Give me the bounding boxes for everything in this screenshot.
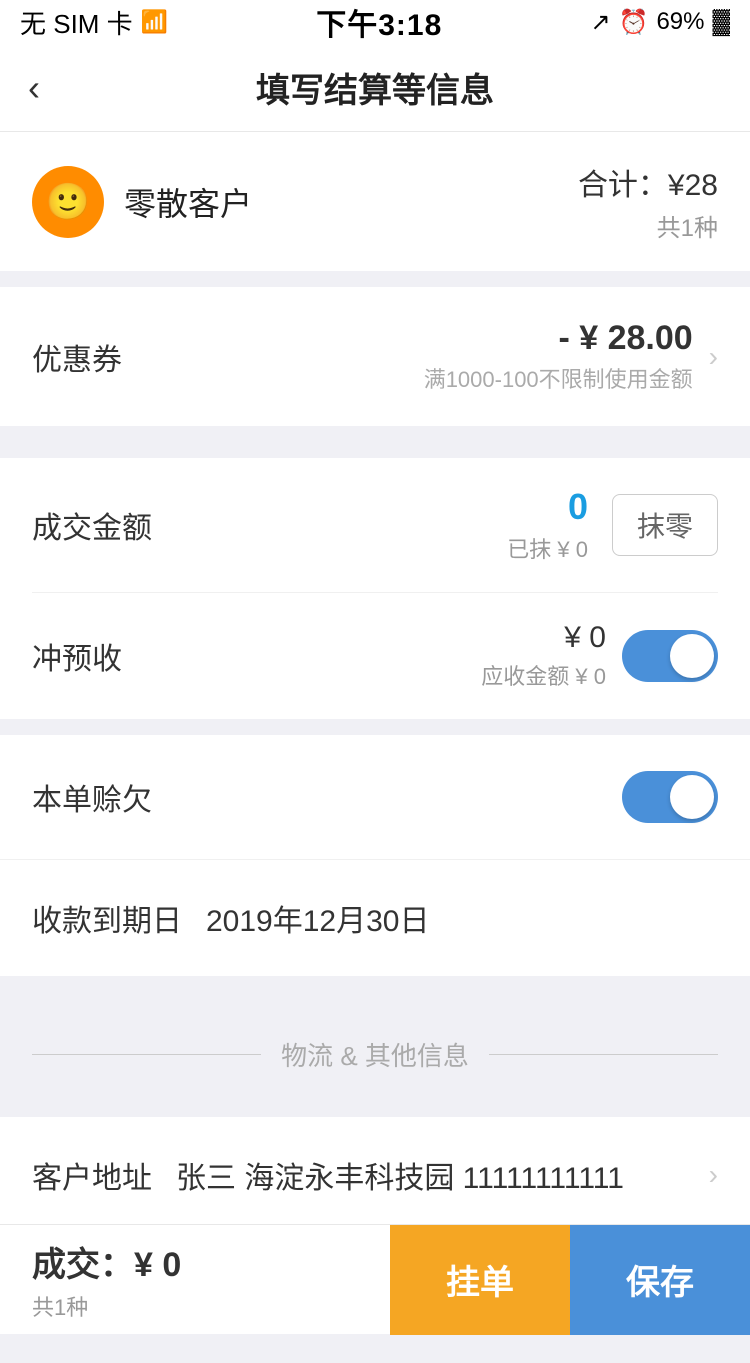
customer-section: 🙂 零散客户 合计：¥28 共1种: [0, 132, 750, 271]
coupon-right: - ¥ 28.00 满1000-100不限制使用金额 ›: [424, 319, 718, 394]
coupon-section[interactable]: 优惠券 - ¥ 28.00 满1000-100不限制使用金额 ›: [0, 287, 750, 426]
credit-label: 本单赊欠: [32, 775, 152, 819]
prereceive-right: ¥ 0 应收金额 ¥ 0: [481, 621, 718, 691]
amount-sub: 已抹 ¥ 0: [507, 532, 588, 564]
save-button[interactable]: 保存: [570, 1225, 750, 1335]
coupon-desc: 满1000-100不限制使用金额: [424, 362, 693, 394]
credit-section: 本单赊欠 收款到期日 2019年12月30日: [0, 735, 750, 976]
credit-toggle[interactable]: [622, 771, 718, 823]
customer-right: 合计：¥28 共1种: [578, 160, 718, 243]
credit-toggle-circle: [670, 775, 714, 819]
address-value: 张三 海淀永丰科技园 11111111111: [176, 1153, 709, 1197]
customer-left: 🙂 零散客户: [32, 166, 252, 238]
status-time: 下午3:18: [316, 0, 442, 44]
status-right: ↗ ⏰ 69% ▓: [590, 8, 730, 37]
prereceive-row: 冲预收 ¥ 0 应收金额 ¥ 0: [32, 593, 718, 719]
prereceive-values: ¥ 0 应收金额 ¥ 0: [481, 621, 606, 691]
no-sim-text: 无 SIM 卡: [20, 4, 133, 41]
status-left: 无 SIM 卡 📶: [20, 4, 168, 41]
amount-section: 成交金额 0 已抹 ¥ 0 抹零 冲预收 ¥ 0 应收金额 ¥ 0: [0, 458, 750, 719]
bottom-deal-value: ¥ 0: [134, 1246, 181, 1284]
total-price: 合计：¥28: [578, 160, 718, 204]
wifi-icon: 📶: [141, 9, 168, 35]
amount-row: 成交金额 0 已抹 ¥ 0 抹零: [32, 458, 718, 593]
alarm-icon: ⏰: [619, 8, 649, 37]
due-date-label: 收款到期日: [32, 896, 182, 940]
divider-line-left: [32, 1054, 261, 1055]
credit-row: 本单赊欠: [0, 735, 750, 859]
coupon-value: - ¥ 28.00 满1000-100不限制使用金额: [424, 319, 693, 394]
avatar-icon: 🙂: [46, 181, 91, 223]
customer-name: 零散客户: [124, 179, 252, 225]
battery-icon: ▓: [712, 8, 730, 36]
bottom-deal: 成交：¥ 0: [32, 1237, 358, 1286]
round-btn[interactable]: 抹零: [612, 494, 718, 556]
customer-row: 🙂 零散客户 合计：¥28 共1种: [0, 132, 750, 271]
section-gap-2: [0, 719, 750, 735]
logistics-label: 物流 & 其他信息: [261, 1036, 489, 1073]
bottom-summary: 成交：¥ 0 共1种: [0, 1237, 390, 1322]
prereceive-toggle[interactable]: [622, 630, 718, 682]
avatar: 🙂: [32, 166, 104, 238]
section-gap-3: [0, 992, 750, 1008]
hold-button[interactable]: 挂单: [390, 1225, 570, 1335]
bottom-count: 共1种: [32, 1290, 358, 1322]
location-icon: ↗: [590, 8, 610, 37]
nav-bar: ‹ 填写结算等信息: [0, 44, 750, 132]
address-label: 客户地址: [32, 1153, 152, 1197]
back-button[interactable]: ‹: [28, 67, 40, 109]
prereceive-amount: ¥ 0: [564, 621, 606, 655]
amount-input-wrap: 0 已抹 ¥ 0: [507, 486, 588, 564]
logistics-label-row: 物流 & 其他信息: [0, 1008, 750, 1101]
battery-text: 69%: [656, 8, 704, 36]
amount-value[interactable]: 0: [568, 486, 588, 528]
coupon-label: 优惠券: [32, 335, 122, 379]
due-date-value: 2019年12月30日: [206, 896, 429, 940]
toggle-circle: [670, 634, 714, 678]
coupon-chevron-icon: ›: [709, 341, 718, 373]
section-gap-1: [0, 442, 750, 458]
due-date-row: 收款到期日 2019年12月30日: [0, 859, 750, 976]
prereceive-label: 冲预收: [32, 634, 122, 678]
prereceive-sub: 应收金额 ¥ 0: [481, 659, 606, 691]
page-content: 🙂 零散客户 合计：¥28 共1种 优惠券 - ¥ 28.00 满1000-10…: [0, 132, 750, 1363]
section-gap-4: [0, 1101, 750, 1117]
coupon-discount: - ¥ 28.00: [424, 319, 693, 358]
total-count: 共1种: [578, 208, 718, 243]
amount-right: 0 已抹 ¥ 0 抹零: [507, 486, 718, 564]
page-title: 填写结算等信息: [256, 63, 494, 112]
bottom-bar: 成交：¥ 0 共1种 挂单 保存: [0, 1224, 750, 1334]
address-row[interactable]: 客户地址 张三 海淀永丰科技园 11111111111 ›: [0, 1117, 750, 1233]
coupon-row[interactable]: 优惠券 - ¥ 28.00 满1000-100不限制使用金额 ›: [0, 287, 750, 426]
divider-line-right: [489, 1054, 718, 1055]
address-chevron-icon: ›: [709, 1159, 718, 1191]
amount-label: 成交金额: [32, 503, 152, 547]
status-bar: 无 SIM 卡 📶 下午3:18 ↗ ⏰ 69% ▓: [0, 0, 750, 44]
bottom-deal-label: 成交：: [32, 1246, 134, 1284]
